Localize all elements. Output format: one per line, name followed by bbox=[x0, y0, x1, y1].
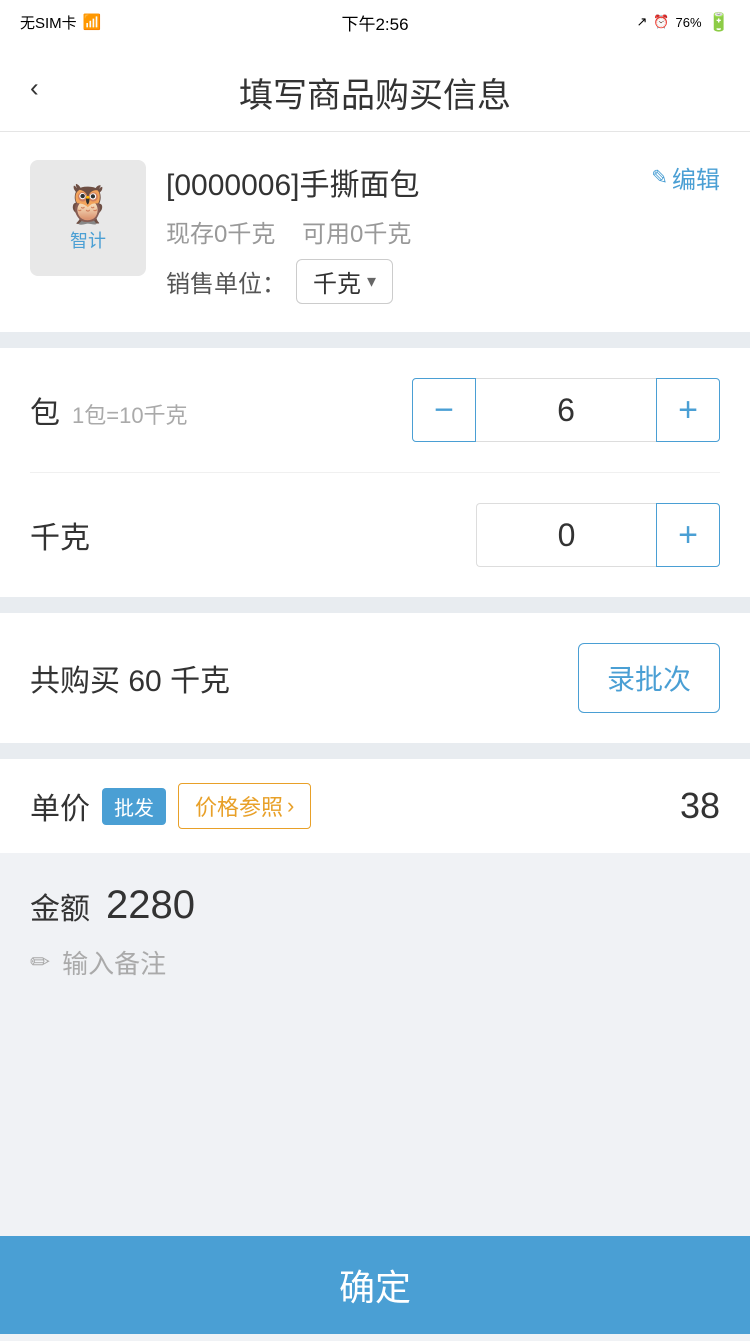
edit-icon: ✎ bbox=[651, 165, 668, 190]
confirm-button[interactable]: 确定 bbox=[0, 1236, 750, 1334]
amount-row: 金额 2280 bbox=[30, 883, 720, 928]
product-image-text: 智计 bbox=[70, 227, 106, 253]
qty-unit-kg: 千克 bbox=[30, 513, 90, 557]
qty-input-kg[interactable] bbox=[476, 503, 656, 567]
location-icon: ↗ bbox=[636, 14, 647, 30]
amount-value: 2280 bbox=[106, 883, 195, 928]
amount-section: 金额 2280 ✏ 输入备注 bbox=[0, 853, 750, 1001]
price-ref-label: 价格参照 bbox=[195, 790, 283, 822]
alarm-icon: ⏰ bbox=[653, 14, 669, 30]
amount-label: 金额 bbox=[30, 884, 90, 928]
product-unit-row: 销售单位： 千克 ▾ bbox=[166, 259, 720, 304]
qty-label-bao: 包 1包=10千克 bbox=[30, 388, 188, 432]
product-image: 🦉 智计 bbox=[30, 160, 146, 276]
price-label: 单价 批发 价格参照 › bbox=[30, 783, 311, 829]
stock-label: 现存0千克 bbox=[166, 221, 275, 248]
qty-controls-kg: + bbox=[476, 503, 720, 567]
price-value: 38 bbox=[680, 785, 720, 827]
remark-row[interactable]: ✏ 输入备注 bbox=[30, 944, 720, 981]
product-card: 🦉 智计 [0000006]手撕面包 ✎ 编辑 现存0千克 可用0千克 销售单位… bbox=[0, 132, 750, 332]
divider-3 bbox=[0, 743, 750, 759]
price-section: 单价 批发 价格参照 › 38 bbox=[0, 759, 750, 853]
content: 🦉 智计 [0000006]手撕面包 ✎ 编辑 现存0千克 可用0千克 销售单位… bbox=[0, 132, 750, 1341]
total-prefix: 共购买 bbox=[30, 665, 120, 698]
status-bar: 无SIM卡 📶 下午2:56 ↗ ⏰ 76% 🔋 bbox=[0, 0, 750, 44]
qty-plus-bao[interactable]: + bbox=[656, 378, 720, 442]
qty-unit-bao: 包 bbox=[30, 388, 60, 432]
divider-2 bbox=[0, 597, 750, 613]
carrier-label: 无SIM卡 bbox=[20, 12, 77, 33]
wifi-icon: 📶 bbox=[83, 13, 102, 31]
product-name: [0000006]手撕面包 bbox=[166, 160, 419, 204]
qty-label-kg: 千克 bbox=[30, 513, 90, 557]
price-ref-arrow-icon: › bbox=[287, 793, 294, 819]
remark-label: 输入备注 bbox=[62, 944, 166, 981]
qty-sublabel-bao: 1包=10千克 bbox=[72, 398, 188, 430]
total-label: 共购买 60 千克 bbox=[30, 656, 230, 700]
nav-bar: ‹ 填写商品购买信息 bbox=[0, 44, 750, 132]
price-ref-button[interactable]: 价格参照 › bbox=[178, 783, 311, 829]
qty-plus-kg[interactable]: + bbox=[656, 503, 720, 567]
record-batch-button[interactable]: 录批次 bbox=[578, 643, 720, 713]
divider-1 bbox=[0, 332, 750, 348]
status-time: 下午2:56 bbox=[341, 10, 408, 35]
unit-value: 千克 bbox=[313, 264, 361, 299]
remark-icon: ✏ bbox=[30, 948, 50, 977]
quantity-section: 包 1包=10千克 − + 千克 + bbox=[0, 348, 750, 597]
qty-input-bao[interactable] bbox=[476, 378, 656, 442]
battery-label: 76% bbox=[676, 15, 702, 30]
product-stock: 现存0千克 可用0千克 bbox=[166, 214, 720, 249]
available-label: 可用0千克 bbox=[302, 221, 411, 248]
total-amount: 60 bbox=[128, 665, 161, 698]
quantity-row-bao: 包 1包=10千克 − + bbox=[30, 348, 720, 473]
unit-dropdown-icon: ▾ bbox=[367, 271, 376, 292]
status-right: ↗ ⏰ 76% 🔋 bbox=[636, 12, 730, 33]
qty-minus-bao[interactable]: − bbox=[412, 378, 476, 442]
quantity-row-kg: 千克 + bbox=[30, 473, 720, 597]
unit-label: 销售单位： bbox=[166, 264, 286, 299]
price-text: 单价 bbox=[30, 784, 90, 828]
total-unit: 千克 bbox=[170, 665, 230, 698]
price-type-tag: 批发 bbox=[102, 788, 166, 825]
unit-selector[interactable]: 千克 ▾ bbox=[296, 259, 393, 304]
edit-button[interactable]: ✎ 编辑 bbox=[651, 160, 720, 195]
qty-controls-bao: − + bbox=[412, 378, 720, 442]
product-owl-icon: 🦉 bbox=[64, 183, 111, 227]
edit-label: 编辑 bbox=[672, 160, 720, 195]
total-row: 共购买 60 千克 录批次 bbox=[0, 613, 750, 743]
battery-icon: 🔋 bbox=[708, 12, 730, 33]
back-button[interactable]: ‹ bbox=[20, 62, 49, 113]
page-title: 填写商品购买信息 bbox=[239, 68, 511, 117]
status-left: 无SIM卡 📶 bbox=[20, 12, 101, 33]
product-info: [0000006]手撕面包 ✎ 编辑 现存0千克 可用0千克 销售单位： 千克 … bbox=[166, 160, 720, 304]
